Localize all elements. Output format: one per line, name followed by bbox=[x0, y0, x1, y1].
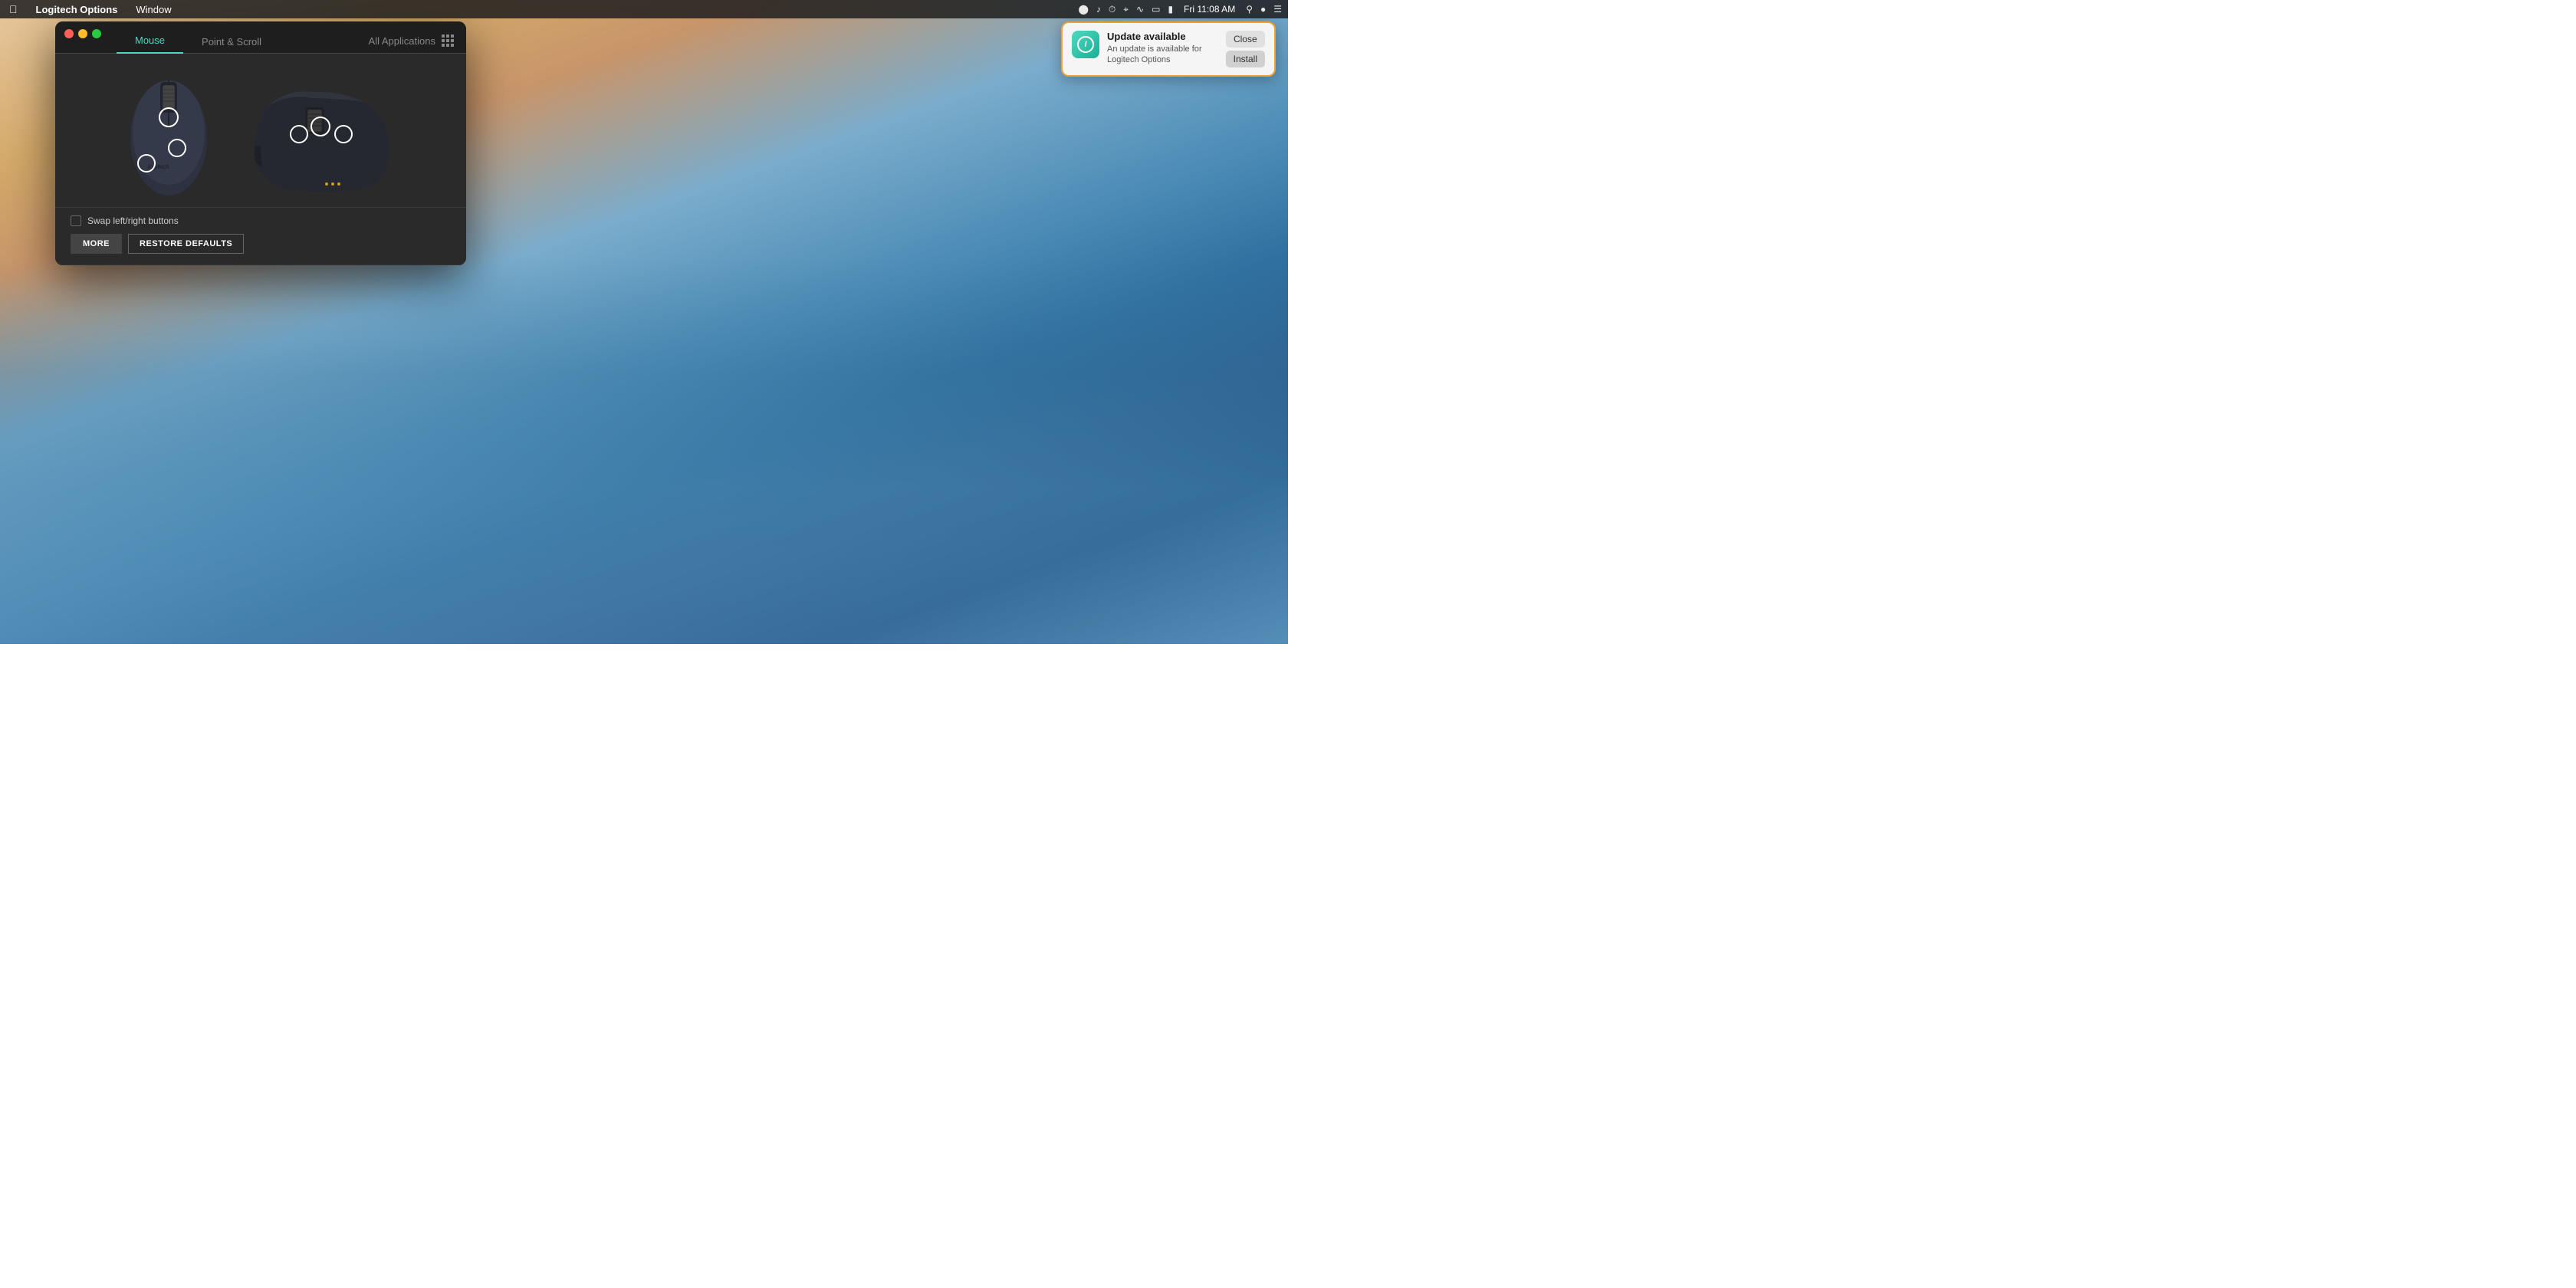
bluetooth-icon[interactable]: ⌖ bbox=[1123, 4, 1129, 15]
notification-popup: l Update available An update is availabl… bbox=[1061, 21, 1276, 77]
notif-title: Update available bbox=[1107, 31, 1218, 42]
more-button[interactable]: MORE bbox=[71, 234, 122, 254]
battery-menu-icon[interactable]: ▮ bbox=[1168, 4, 1173, 15]
clock: Fri 11:08 AM bbox=[1181, 4, 1238, 15]
close-button[interactable] bbox=[64, 29, 74, 38]
mouse-front-view: logitech bbox=[125, 65, 213, 203]
swap-buttons-row: Swap left/right buttons bbox=[71, 215, 451, 226]
mouse-front-svg: logitech bbox=[125, 65, 213, 199]
control-center-icon[interactable]: ☰ bbox=[1273, 4, 1282, 15]
airplay-icon[interactable]: ▭ bbox=[1152, 4, 1160, 15]
app-window: Mouse Point & Scroll All Applications bbox=[55, 21, 466, 265]
time-machine-icon[interactable]: ⏱ bbox=[1109, 4, 1116, 15]
notif-close-button[interactable]: Close bbox=[1226, 31, 1265, 48]
swap-buttons-checkbox[interactable] bbox=[71, 215, 81, 226]
tab-point-scroll[interactable]: Point & Scroll bbox=[183, 30, 280, 54]
menubar:  Logitech Options Window ⬤ ♪ ⏱ ⌖ ∿ ▭ ▮ … bbox=[0, 0, 1288, 18]
swap-buttons-label: Swap left/right buttons bbox=[87, 215, 179, 226]
window-menu[interactable]: Window bbox=[133, 4, 174, 15]
spotlight-icon[interactable]: ⚲ bbox=[1246, 4, 1253, 15]
user-avatar[interactable]: ● bbox=[1260, 4, 1266, 15]
mouse-side-view bbox=[244, 84, 397, 192]
notif-app-icon: l bbox=[1072, 31, 1099, 58]
tab-bar: Mouse Point & Scroll All Applications bbox=[55, 21, 466, 54]
restore-defaults-button[interactable]: RESTORE DEFAULTS bbox=[128, 234, 244, 254]
notif-icon-inner: l bbox=[1077, 36, 1094, 53]
grid-icon bbox=[442, 34, 454, 47]
tab-mouse[interactable]: Mouse bbox=[117, 28, 183, 54]
apple-menu[interactable]:  bbox=[6, 3, 21, 15]
minimize-button[interactable] bbox=[78, 29, 87, 38]
music-icon[interactable]: ♪ bbox=[1096, 4, 1101, 15]
notif-icon-wrapper: l bbox=[1072, 31, 1099, 67]
action-buttons-row: MORE RESTORE DEFAULTS bbox=[71, 234, 451, 254]
app-footer: logi Wireless Mouse MX Master ⌖ ADD DEVI… bbox=[55, 264, 466, 265]
notif-actions: Close Install bbox=[1226, 31, 1265, 67]
traffic-lights bbox=[64, 29, 101, 38]
svg-text:logitech: logitech bbox=[148, 163, 169, 170]
notif-content: Update available An update is available … bbox=[1107, 31, 1218, 67]
mouse-side-svg bbox=[244, 84, 397, 196]
maximize-button[interactable] bbox=[92, 29, 101, 38]
all-applications-tab[interactable]: All Applications bbox=[356, 28, 466, 53]
wifi-icon[interactable]: ∿ bbox=[1136, 4, 1144, 15]
app-menu-name[interactable]: Logitech Options bbox=[33, 4, 121, 15]
mouse-display-area: logitech bbox=[55, 54, 466, 207]
1password-icon[interactable]: ⬤ bbox=[1078, 4, 1088, 15]
all-applications-label: All Applications bbox=[369, 35, 435, 47]
controls-area: Swap left/right buttons MORE RESTORE DEF… bbox=[55, 207, 466, 264]
notif-install-button[interactable]: Install bbox=[1226, 51, 1265, 67]
notif-body: An update is available for Logitech Opti… bbox=[1107, 44, 1218, 66]
